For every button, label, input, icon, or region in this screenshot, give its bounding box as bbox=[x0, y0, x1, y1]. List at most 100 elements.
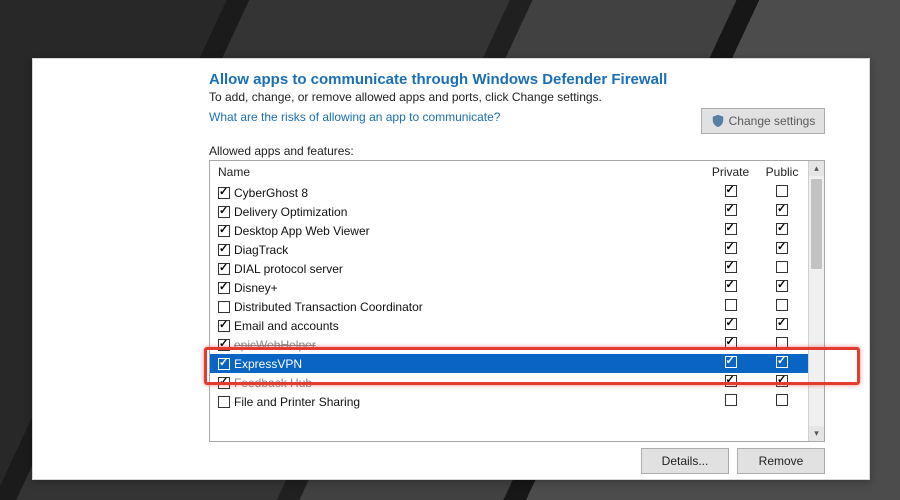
public-cell bbox=[758, 223, 806, 238]
row-name-cell: File and Printer Sharing bbox=[218, 395, 703, 409]
private-checkbox[interactable] bbox=[725, 280, 737, 292]
private-checkbox[interactable] bbox=[725, 242, 737, 254]
column-private[interactable]: Private bbox=[703, 165, 758, 179]
allow-checkbox[interactable] bbox=[218, 282, 230, 294]
allow-checkbox[interactable] bbox=[218, 225, 230, 237]
column-name[interactable]: Name bbox=[218, 165, 703, 179]
private-checkbox[interactable] bbox=[725, 261, 737, 273]
shield-icon bbox=[711, 114, 725, 128]
table-row[interactable]: DiagTrack bbox=[210, 240, 809, 259]
public-checkbox[interactable] bbox=[776, 299, 788, 311]
scroll-down-button[interactable]: ▾ bbox=[809, 426, 824, 441]
top-actions-row: What are the risks of allowing an app to… bbox=[209, 110, 825, 138]
private-cell bbox=[703, 318, 758, 333]
app-name-label: CyberGhost 8 bbox=[234, 186, 308, 200]
public-cell bbox=[758, 337, 806, 352]
table-row[interactable]: Desktop App Web Viewer bbox=[210, 221, 809, 240]
page-title: Allow apps to communicate through Window… bbox=[209, 71, 825, 88]
app-name-label: epicWebHelper bbox=[234, 338, 316, 352]
app-name-label: DIAL protocol server bbox=[234, 262, 343, 276]
column-headers: Name Private Public bbox=[210, 161, 824, 183]
details-button[interactable]: Details... bbox=[641, 448, 729, 474]
public-checkbox[interactable] bbox=[776, 394, 788, 406]
private-checkbox[interactable] bbox=[725, 337, 737, 349]
table-row[interactable]: Email and accounts bbox=[210, 316, 809, 335]
page-subtitle: To add, change, or remove allowed apps a… bbox=[209, 90, 825, 104]
private-checkbox[interactable] bbox=[725, 204, 737, 216]
scroll-up-button[interactable]: ▴ bbox=[809, 161, 824, 176]
public-checkbox[interactable] bbox=[776, 204, 788, 216]
public-cell bbox=[758, 394, 806, 409]
public-checkbox[interactable] bbox=[776, 223, 788, 235]
change-settings-button[interactable]: Change settings bbox=[701, 108, 825, 134]
public-checkbox[interactable] bbox=[776, 242, 788, 254]
change-settings-label: Change settings bbox=[729, 114, 816, 128]
public-cell bbox=[758, 299, 806, 314]
public-cell bbox=[758, 204, 806, 219]
remove-button[interactable]: Remove bbox=[737, 448, 825, 474]
public-checkbox[interactable] bbox=[776, 261, 788, 273]
table-row[interactable]: Distributed Transaction Coordinator bbox=[210, 297, 809, 316]
row-name-cell: DIAL protocol server bbox=[218, 262, 703, 276]
list-label: Allowed apps and features: bbox=[209, 144, 825, 158]
private-cell bbox=[703, 394, 758, 409]
table-row[interactable]: File and Printer Sharing bbox=[210, 392, 809, 411]
firewall-allowed-apps-panel: Allow apps to communicate through Window… bbox=[32, 58, 870, 480]
private-cell bbox=[703, 299, 758, 314]
row-name-cell: ExpressVPN bbox=[218, 357, 703, 371]
app-name-label: DiagTrack bbox=[234, 243, 288, 257]
allow-checkbox[interactable] bbox=[218, 320, 230, 332]
private-checkbox[interactable] bbox=[725, 394, 737, 406]
public-checkbox[interactable] bbox=[776, 375, 788, 387]
private-checkbox[interactable] bbox=[725, 375, 737, 387]
table-row[interactable]: DIAL protocol server bbox=[210, 259, 809, 278]
scroll-thumb[interactable] bbox=[811, 179, 822, 269]
private-cell bbox=[703, 185, 758, 200]
allow-checkbox[interactable] bbox=[218, 358, 230, 370]
public-cell bbox=[758, 185, 806, 200]
public-checkbox[interactable] bbox=[776, 356, 788, 368]
private-checkbox[interactable] bbox=[725, 185, 737, 197]
scrollbar[interactable]: ▴ ▾ bbox=[808, 161, 824, 441]
private-checkbox[interactable] bbox=[725, 356, 737, 368]
private-cell bbox=[703, 375, 758, 390]
public-checkbox[interactable] bbox=[776, 318, 788, 330]
private-checkbox[interactable] bbox=[725, 299, 737, 311]
table-row[interactable]: CyberGhost 8 bbox=[210, 183, 809, 202]
row-name-cell: epicWebHelper bbox=[218, 338, 703, 352]
allow-checkbox[interactable] bbox=[218, 263, 230, 275]
allow-checkbox[interactable] bbox=[218, 206, 230, 218]
public-checkbox[interactable] bbox=[776, 280, 788, 292]
app-name-label: ExpressVPN bbox=[234, 357, 302, 371]
column-public[interactable]: Public bbox=[758, 165, 806, 179]
row-name-cell: Delivery Optimization bbox=[218, 205, 703, 219]
app-name-label: Feedback Hub bbox=[234, 376, 312, 390]
app-name-label: Delivery Optimization bbox=[234, 205, 347, 219]
table-row[interactable]: Feedback Hub bbox=[210, 373, 809, 392]
table-row[interactable]: Disney+ bbox=[210, 278, 809, 297]
allow-checkbox[interactable] bbox=[218, 301, 230, 313]
allow-checkbox[interactable] bbox=[218, 339, 230, 351]
table-row[interactable]: Delivery Optimization bbox=[210, 202, 809, 221]
allow-checkbox[interactable] bbox=[218, 187, 230, 199]
public-checkbox[interactable] bbox=[776, 337, 788, 349]
app-name-label: Desktop App Web Viewer bbox=[234, 224, 370, 238]
public-checkbox[interactable] bbox=[776, 185, 788, 197]
allow-checkbox[interactable] bbox=[218, 377, 230, 389]
private-cell bbox=[703, 337, 758, 352]
public-cell bbox=[758, 375, 806, 390]
rows-container: CyberGhost 8 Delivery Optimization Desktop… bbox=[210, 183, 809, 441]
allow-checkbox[interactable] bbox=[218, 396, 230, 408]
allow-checkbox[interactable] bbox=[218, 244, 230, 256]
app-name-label: Distributed Transaction Coordinator bbox=[234, 300, 423, 314]
private-checkbox[interactable] bbox=[725, 223, 737, 235]
private-checkbox[interactable] bbox=[725, 318, 737, 330]
button-row: Details... Remove bbox=[209, 442, 825, 474]
app-name-label: File and Printer Sharing bbox=[234, 395, 360, 409]
table-row[interactable]: ExpressVPN bbox=[210, 354, 809, 373]
app-name-label: Email and accounts bbox=[234, 319, 339, 333]
row-name-cell: Email and accounts bbox=[218, 319, 703, 333]
row-name-cell: DiagTrack bbox=[218, 243, 703, 257]
table-row[interactable]: epicWebHelper bbox=[210, 335, 809, 354]
public-cell bbox=[758, 280, 806, 295]
